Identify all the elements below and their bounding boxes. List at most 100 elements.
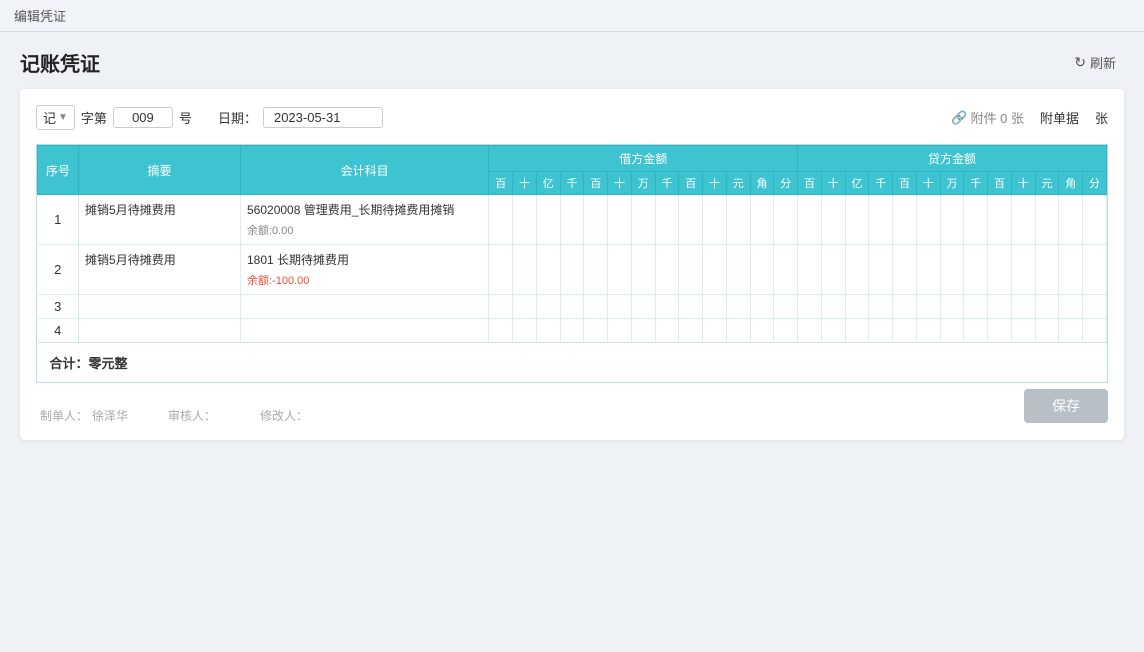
row-0-credit-digit-1[interactable] [821,195,845,245]
row-3-credit-digit-4[interactable] [893,319,917,343]
row-3-credit-digit-0[interactable] [798,319,822,343]
row-2-credit-digit-2[interactable] [845,295,869,319]
row-1-credit-digit-0[interactable] [798,245,822,295]
row-2-account[interactable] [241,295,489,319]
row-1-debit-digit-1[interactable] [513,245,537,295]
row-3-credit-digit-10[interactable] [1035,319,1059,343]
row-1-credit-digit-6[interactable] [940,245,964,295]
row-0-account[interactable]: 56020008 管理费用_长期待摊费用摊销余额:0.00 [241,195,489,245]
row-1-debit-digit-8[interactable] [679,245,703,295]
row-3-credit-digit-6[interactable] [940,319,964,343]
row-2-credit-digit-6[interactable] [940,295,964,319]
row-3-summary[interactable] [79,319,241,343]
row-1-credit-digit-1[interactable] [821,245,845,295]
row-3-debit-digit-9[interactable] [703,319,727,343]
row-0-debit-digit-0[interactable] [489,195,513,245]
row-0-credit-digit-9[interactable] [1011,195,1035,245]
row-0-credit-digit-0[interactable] [798,195,822,245]
row-1-debit-digit-10[interactable] [726,245,750,295]
row-2-credit-digit-1[interactable] [821,295,845,319]
row-0-credit-digit-5[interactable] [916,195,940,245]
row-1-credit-digit-10[interactable] [1035,245,1059,295]
row-3-credit-digit-8[interactable] [988,319,1012,343]
row-3-credit-digit-3[interactable] [869,319,893,343]
row-0-debit-digit-3[interactable] [560,195,584,245]
row-0-debit-digit-6[interactable] [631,195,655,245]
row-2-debit-digit-9[interactable] [703,295,727,319]
row-2-debit-digit-1[interactable] [513,295,537,319]
row-1-credit-digit-3[interactable] [869,245,893,295]
row-3-credit-digit-11[interactable] [1059,319,1083,343]
row-2-credit-digit-12[interactable] [1083,295,1107,319]
row-1-credit-digit-7[interactable] [964,245,988,295]
row-3-debit-digit-11[interactable] [750,319,774,343]
row-2-debit-digit-12[interactable] [774,295,798,319]
row-0-debit-digit-9[interactable] [703,195,727,245]
row-3-debit-digit-5[interactable] [608,319,632,343]
row-0-credit-digit-8[interactable] [988,195,1012,245]
row-0-credit-digit-2[interactable] [845,195,869,245]
row-3-debit-digit-6[interactable] [631,319,655,343]
row-3-credit-digit-9[interactable] [1011,319,1035,343]
row-1-credit-digit-12[interactable] [1083,245,1107,295]
row-3-debit-digit-0[interactable] [489,319,513,343]
row-2-credit-digit-5[interactable] [916,295,940,319]
row-2-credit-digit-4[interactable] [893,295,917,319]
row-1-debit-digit-4[interactable] [584,245,608,295]
row-1-debit-digit-0[interactable] [489,245,513,295]
row-3-debit-digit-4[interactable] [584,319,608,343]
row-3-debit-digit-1[interactable] [513,319,537,343]
row-0-debit-digit-4[interactable] [584,195,608,245]
voucher-number-input[interactable] [113,107,173,128]
row-1-debit-digit-6[interactable] [631,245,655,295]
row-0-credit-digit-12[interactable] [1083,195,1107,245]
row-0-credit-digit-6[interactable] [940,195,964,245]
row-2-credit-digit-9[interactable] [1011,295,1035,319]
row-3-credit-digit-12[interactable] [1083,319,1107,343]
row-2-debit-digit-7[interactable] [655,295,679,319]
row-2-credit-digit-3[interactable] [869,295,893,319]
row-1-debit-digit-7[interactable] [655,245,679,295]
row-1-debit-digit-12[interactable] [774,245,798,295]
row-1-credit-digit-9[interactable] [1011,245,1035,295]
row-2-credit-digit-11[interactable] [1059,295,1083,319]
row-2-credit-digit-0[interactable] [798,295,822,319]
refresh-button[interactable]: ↻ 刷新 [1066,49,1124,76]
row-0-credit-digit-10[interactable] [1035,195,1059,245]
row-0-credit-digit-4[interactable] [893,195,917,245]
row-1-credit-digit-11[interactable] [1059,245,1083,295]
row-1-debit-digit-9[interactable] [703,245,727,295]
row-2-debit-digit-8[interactable] [679,295,703,319]
row-1-debit-digit-2[interactable] [536,245,560,295]
row-0-summary[interactable]: 摊销5月待摊费用 [79,195,241,245]
row-0-debit-digit-10[interactable] [726,195,750,245]
row-2-debit-digit-2[interactable] [536,295,560,319]
row-0-credit-digit-11[interactable] [1059,195,1083,245]
row-1-debit-digit-11[interactable] [750,245,774,295]
row-2-credit-digit-10[interactable] [1035,295,1059,319]
row-3-debit-digit-3[interactable] [560,319,584,343]
row-3-debit-digit-10[interactable] [726,319,750,343]
row-0-debit-digit-8[interactable] [679,195,703,245]
row-0-debit-digit-11[interactable] [750,195,774,245]
row-1-credit-digit-8[interactable] [988,245,1012,295]
row-1-account[interactable]: 1801 长期待摊费用余额:-100.00 [241,245,489,295]
row-3-debit-digit-7[interactable] [655,319,679,343]
row-0-debit-digit-12[interactable] [774,195,798,245]
row-2-summary[interactable] [79,295,241,319]
voucher-type-select[interactable]: 记 ▼ [36,105,75,130]
date-input[interactable] [263,107,383,128]
row-1-credit-digit-2[interactable] [845,245,869,295]
row-2-credit-digit-8[interactable] [988,295,1012,319]
row-3-credit-digit-5[interactable] [916,319,940,343]
row-0-debit-digit-7[interactable] [655,195,679,245]
attach-doc-button[interactable]: 附单据 [1040,108,1079,127]
row-3-account[interactable] [241,319,489,343]
row-3-debit-digit-2[interactable] [536,319,560,343]
row-3-credit-digit-7[interactable] [964,319,988,343]
row-0-credit-digit-7[interactable] [964,195,988,245]
row-2-debit-digit-3[interactable] [560,295,584,319]
row-0-credit-digit-3[interactable] [869,195,893,245]
row-3-credit-digit-1[interactable] [821,319,845,343]
row-0-debit-digit-5[interactable] [608,195,632,245]
